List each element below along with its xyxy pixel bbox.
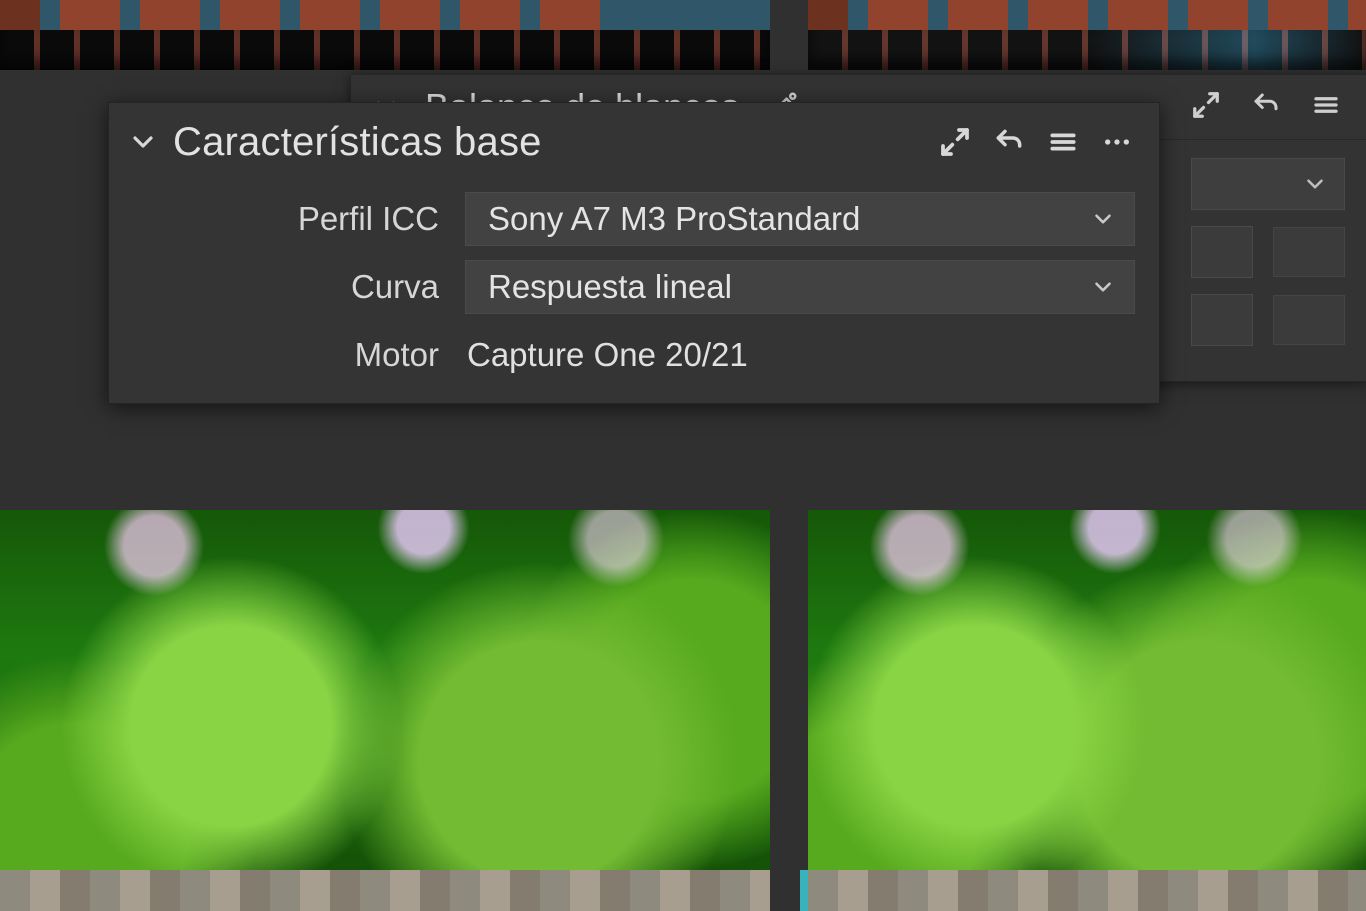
background-brick-right xyxy=(808,0,1366,30)
more-button[interactable] xyxy=(1093,118,1141,166)
background-wall-left xyxy=(0,870,770,911)
chevron-down-icon xyxy=(1090,206,1116,232)
background-wall-right xyxy=(808,870,1366,911)
chevron-down-icon xyxy=(1090,274,1116,300)
curve-dropdown[interactable]: Respuesta lineal xyxy=(465,260,1135,314)
panel-title: Características base xyxy=(173,120,542,165)
base-characteristics-panel: Características base Perfil ICC Sony A7 … xyxy=(108,102,1160,404)
reset-button[interactable] xyxy=(985,118,1033,166)
wb-value-box-1[interactable] xyxy=(1273,227,1345,277)
expand-icon xyxy=(939,126,971,158)
menu-icon xyxy=(1047,126,1079,158)
engine-value: Capture One 20/21 xyxy=(465,336,1135,374)
background-arcade-left xyxy=(0,30,770,70)
curve-value: Respuesta lineal xyxy=(488,268,732,306)
preview-image-left xyxy=(0,510,770,870)
wb-value-box-2[interactable] xyxy=(1273,295,1345,345)
wb-kelvin-field[interactable] xyxy=(1191,226,1253,278)
icc-profile-label: Perfil ICC xyxy=(133,200,439,238)
expand-icon[interactable] xyxy=(1185,90,1227,125)
reset-icon xyxy=(993,126,1025,158)
collapse-toggle[interactable] xyxy=(119,118,167,166)
expand-button[interactable] xyxy=(931,118,979,166)
engine-label: Motor xyxy=(133,336,439,374)
wb-tint-field[interactable] xyxy=(1191,294,1253,346)
more-horizontal-icon xyxy=(1101,126,1133,158)
presets-button[interactable] xyxy=(1039,118,1087,166)
background-arcade-right xyxy=(808,30,1366,70)
menu-icon[interactable] xyxy=(1305,90,1347,125)
reset-icon[interactable] xyxy=(1245,90,1287,125)
icc-profile-value: Sony A7 M3 ProStandard xyxy=(488,200,860,238)
background-brick-left xyxy=(0,0,770,30)
chevron-down-icon xyxy=(127,126,159,158)
curve-label: Curva xyxy=(133,268,439,306)
preview-image-right xyxy=(808,510,1366,870)
icc-profile-dropdown[interactable]: Sony A7 M3 ProStandard xyxy=(465,192,1135,246)
wb-mode-dropdown[interactable] xyxy=(1191,158,1345,210)
